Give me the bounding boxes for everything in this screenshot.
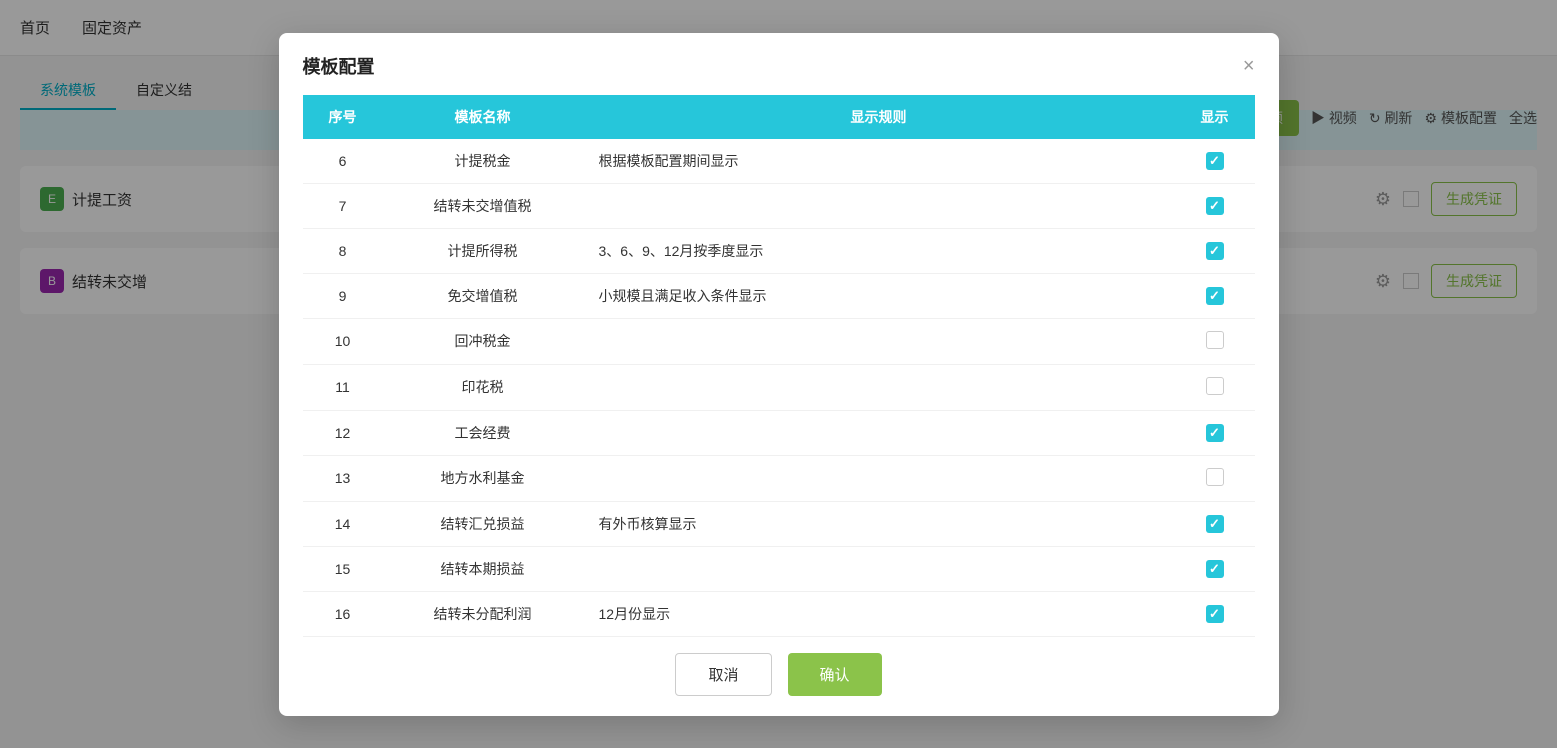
cell-display [1175,455,1255,501]
cell-rule: 有外币核算显示 [583,501,1175,546]
checkbox-row-12[interactable] [1206,424,1224,442]
cell-name: 工会经费 [383,410,583,455]
cell-rule [583,455,1175,501]
cell-seq: 6 [303,139,383,184]
col-rule: 显示规则 [583,95,1175,139]
checkbox-row-10[interactable] [1206,331,1224,349]
table-row: 6计提税金根据模板配置期间显示 [303,139,1255,184]
cell-rule [583,183,1175,228]
col-name: 模板名称 [383,95,583,139]
cell-name: 结转汇兑损益 [383,501,583,546]
checkbox-row-15[interactable] [1206,560,1224,578]
checkbox-row-11[interactable] [1206,377,1224,395]
cell-rule [583,410,1175,455]
table-row: 14结转汇兑损益有外币核算显示 [303,501,1255,546]
table-row: 10回冲税金 [303,318,1255,364]
dialog-footer: 取消 确认 [279,637,1279,716]
table-row: 11印花税 [303,364,1255,410]
cell-display [1175,410,1255,455]
cell-seq: 16 [303,591,383,636]
checkbox-row-9[interactable] [1206,287,1224,305]
config-table: 序号 模板名称 显示规则 显示 6计提税金根据模板配置期间显示7结转未交增值税8… [303,95,1255,637]
col-seq: 序号 [303,95,383,139]
table-row: 13地方水利基金 [303,455,1255,501]
cell-rule [583,546,1175,591]
table-header: 序号 模板名称 显示规则 显示 [303,95,1255,139]
dialog-close-button[interactable]: × [1243,56,1255,76]
cell-seq: 15 [303,546,383,591]
cell-rule: 小规模且满足收入条件显示 [583,273,1175,318]
cell-display [1175,546,1255,591]
cell-name: 印花税 [383,364,583,410]
cell-rule: 3、6、9、12月按季度显示 [583,228,1175,273]
cell-display [1175,591,1255,636]
cell-rule [583,318,1175,364]
cell-seq: 12 [303,410,383,455]
table-body: 6计提税金根据模板配置期间显示7结转未交增值税8计提所得税3、6、9、12月按季… [303,139,1255,637]
cell-name: 结转本期损益 [383,546,583,591]
checkbox-row-8[interactable] [1206,242,1224,260]
table-row: 12工会经费 [303,410,1255,455]
template-config-dialog: 模板配置 × 序号 模板名称 显示规则 显示 6计提税金根据模板配置期间显示7结… [279,33,1279,716]
cell-name: 结转未分配利润 [383,591,583,636]
cell-name: 计提所得税 [383,228,583,273]
cell-seq: 11 [303,364,383,410]
cell-display [1175,228,1255,273]
dialog-title: 模板配置 [303,53,375,79]
cancel-button[interactable]: 取消 [675,653,771,696]
cell-rule [583,364,1175,410]
cell-seq: 13 [303,455,383,501]
cell-display [1175,318,1255,364]
modal-overlay: 模板配置 × 序号 模板名称 显示规则 显示 6计提税金根据模板配置期间显示7结… [0,0,1557,748]
cell-name: 地方水利基金 [383,455,583,501]
checkbox-row-13[interactable] [1206,468,1224,486]
table-row: 8计提所得税3、6、9、12月按季度显示 [303,228,1255,273]
cell-display [1175,273,1255,318]
checkbox-row-16[interactable] [1206,605,1224,623]
cell-display [1175,139,1255,184]
cell-name: 回冲税金 [383,318,583,364]
table-row: 15结转本期损益 [303,546,1255,591]
table-row: 9免交增值税小规模且满足收入条件显示 [303,273,1255,318]
cell-display [1175,183,1255,228]
cell-name: 免交增值税 [383,273,583,318]
cell-display [1175,364,1255,410]
col-display: 显示 [1175,95,1255,139]
cell-name: 计提税金 [383,139,583,184]
table-row: 7结转未交增值税 [303,183,1255,228]
cell-name: 结转未交增值税 [383,183,583,228]
checkbox-row-14[interactable] [1206,515,1224,533]
confirm-button[interactable]: 确认 [788,653,882,696]
cell-rule: 12月份显示 [583,591,1175,636]
cell-seq: 8 [303,228,383,273]
dialog-header: 模板配置 × [279,33,1279,95]
checkbox-row-7[interactable] [1206,197,1224,215]
cell-seq: 7 [303,183,383,228]
cell-display [1175,501,1255,546]
cell-seq: 10 [303,318,383,364]
cell-rule: 根据模板配置期间显示 [583,139,1175,184]
cell-seq: 14 [303,501,383,546]
table-row: 16结转未分配利润12月份显示 [303,591,1255,636]
checkbox-row-6[interactable] [1206,152,1224,170]
cell-seq: 9 [303,273,383,318]
dialog-body: 序号 模板名称 显示规则 显示 6计提税金根据模板配置期间显示7结转未交增值税8… [279,95,1279,637]
